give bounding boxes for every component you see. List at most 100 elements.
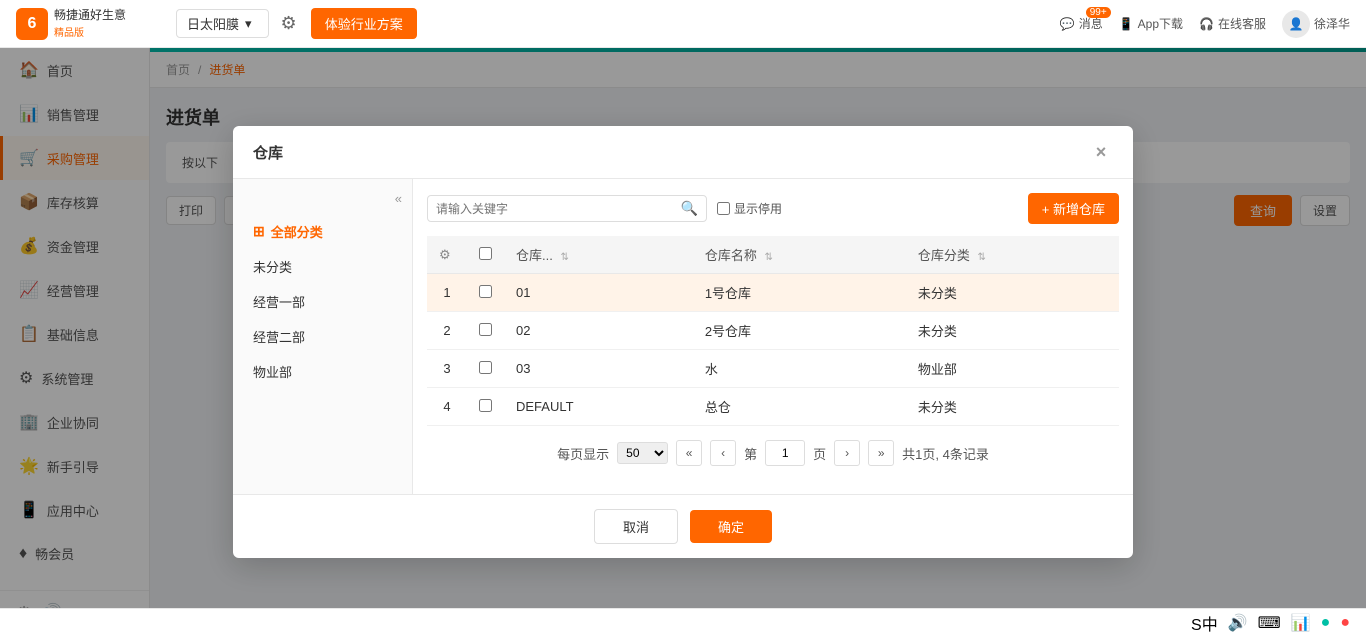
page-suffix: 页 <box>813 444 826 463</box>
logo-sub: 精品版 <box>54 24 126 39</box>
warehouse-modal: 仓库 × « ⊞全部分类未分类经营一部经营二部物业部 🔍 <box>233 126 1133 558</box>
user-item[interactable]: 👤 徐泽华 <box>1282 10 1350 38</box>
category-item-ops1[interactable]: 经营一部 <box>233 284 412 319</box>
messages-badge: 99+ <box>1086 7 1111 18</box>
page-number-input[interactable] <box>765 440 805 466</box>
row-name: 1号仓库 <box>693 274 906 312</box>
last-page-btn[interactable]: » <box>868 440 894 466</box>
status-sound-icon[interactable]: 🔊 <box>1228 613 1248 633</box>
row-name: 水 <box>693 350 906 388</box>
row-checkbox[interactable] <box>479 399 492 412</box>
category-item-property[interactable]: 物业部 <box>233 354 412 389</box>
row-check[interactable] <box>467 388 504 426</box>
modal-category-sidebar: « ⊞全部分类未分类经营一部经营二部物业部 <box>233 179 413 494</box>
avatar: 👤 <box>1282 10 1310 38</box>
status-circle1-icon[interactable]: ● <box>1321 614 1331 632</box>
total-records: 共1页, 4条记录 <box>902 444 989 463</box>
row-num: 4 <box>427 388 467 426</box>
modal-toolbar: 🔍 显示停用 + 新增仓库 <box>427 193 1119 224</box>
warehouse-table: ⚙ 仓库... ⇅ 仓库名称 <box>427 236 1119 426</box>
table-container: ⚙ 仓库... ⇅ 仓库名称 <box>427 236 1119 426</box>
row-check[interactable] <box>467 274 504 312</box>
row-check[interactable] <box>467 312 504 350</box>
status-bar: S中 🔊 ⌨ 📊 ● ● <box>0 608 1366 636</box>
cat-label-all: 全部分类 <box>271 222 323 241</box>
cat-label-uncat: 未分类 <box>253 257 292 276</box>
warehouse-table-body: 1 01 1号仓库 未分类 2 02 2号仓库 未分类 3 03 水 物业部 4… <box>427 274 1119 426</box>
store-selector[interactable]: 日太阳膜 ▾ <box>176 9 269 38</box>
select-all-check[interactable] <box>479 247 492 260</box>
store-dropdown-icon: ▾ <box>245 16 252 32</box>
message-icon: 💬 <box>1060 17 1075 31</box>
messages-item[interactable]: 💬 消息 99+ <box>1060 15 1103 32</box>
modal-close-btn[interactable]: × <box>1089 140 1113 164</box>
modal-body: « ⊞全部分类未分类经营一部经营二部物业部 🔍 显示停用 + 新增仓库 <box>233 179 1133 494</box>
per-page-select[interactable]: 501020100 <box>617 442 668 464</box>
per-page-label: 每页显示 <box>557 444 609 463</box>
online-service-item[interactable]: 🎧 在线客服 <box>1199 15 1266 32</box>
modal-header: 仓库 × <box>233 126 1133 179</box>
cat-label-property: 物业部 <box>253 362 292 381</box>
collapse-btn[interactable]: « <box>233 191 412 214</box>
category-item-uncat[interactable]: 未分类 <box>233 249 412 284</box>
status-keyboard-icon[interactable]: ⌨ <box>1258 613 1281 633</box>
app-download-label: App下载 <box>1138 15 1183 32</box>
cancel-btn[interactable]: 取消 <box>594 509 678 544</box>
col-check <box>467 236 504 274</box>
status-chart-icon[interactable]: 📊 <box>1291 613 1311 633</box>
status-circle2-icon[interactable]: ● <box>1340 614 1350 632</box>
row-checkbox[interactable] <box>479 285 492 298</box>
search-icon[interactable]: 🔍 <box>681 200 698 217</box>
logo-icon: 6 <box>16 8 48 40</box>
col-settings: ⚙ <box>427 236 467 274</box>
next-page-btn[interactable]: › <box>834 440 860 466</box>
row-code: DEFAULT <box>504 388 693 426</box>
header-right: 💬 消息 99+ 📱 App下载 🎧 在线客服 👤 徐泽华 <box>1060 10 1350 38</box>
disabled-check[interactable] <box>717 202 730 215</box>
table-row[interactable]: 2 02 2号仓库 未分类 <box>427 312 1119 350</box>
category-item-all[interactable]: ⊞全部分类 <box>233 214 412 249</box>
row-checkbox[interactable] <box>479 323 492 336</box>
row-category: 未分类 <box>906 388 1119 426</box>
app-download-item[interactable]: 📱 App下载 <box>1119 15 1183 32</box>
category-sort-icon[interactable]: ⇅ <box>978 252 986 263</box>
table-row[interactable]: 3 03 水 物业部 <box>427 350 1119 388</box>
user-name: 徐泽华 <box>1314 15 1350 32</box>
table-row[interactable]: 4 DEFAULT 总仓 未分类 <box>427 388 1119 426</box>
row-code: 02 <box>504 312 693 350</box>
row-category: 未分类 <box>906 312 1119 350</box>
first-page-btn[interactable]: « <box>676 440 702 466</box>
row-checkbox[interactable] <box>479 361 492 374</box>
col-code: 仓库... ⇅ <box>504 236 693 274</box>
search-input[interactable] <box>436 202 681 216</box>
row-num: 1 <box>427 274 467 312</box>
trial-btn[interactable]: 体验行业方案 <box>311 8 417 39</box>
row-code: 01 <box>504 274 693 312</box>
settings-icon[interactable]: ⚙ <box>281 13 297 34</box>
name-sort-icon[interactable]: ⇅ <box>764 252 772 263</box>
col-name: 仓库名称 ⇅ <box>693 236 906 274</box>
table-gear-icon[interactable]: ⚙ <box>439 247 451 262</box>
status-s-icon[interactable]: S中 <box>1191 611 1218 635</box>
top-header: 6 畅捷通好生意 精品版 日太阳膜 ▾ ⚙ 体验行业方案 💬 消息 99+ 📱 … <box>0 0 1366 48</box>
store-name: 日太阳膜 <box>187 14 239 33</box>
headset-icon: 🎧 <box>1199 17 1214 31</box>
cat-label-ops2: 经营二部 <box>253 327 305 346</box>
row-check[interactable] <box>467 350 504 388</box>
confirm-btn[interactable]: 确定 <box>690 510 772 543</box>
modal-table-area: 🔍 显示停用 + 新增仓库 ⚙ <box>413 179 1133 494</box>
online-service-label: 在线客服 <box>1218 15 1266 32</box>
table-row[interactable]: 1 01 1号仓库 未分类 <box>427 274 1119 312</box>
category-item-ops2[interactable]: 经营二部 <box>233 319 412 354</box>
new-warehouse-btn[interactable]: + 新增仓库 <box>1028 193 1119 224</box>
category-list: ⊞全部分类未分类经营一部经营二部物业部 <box>233 214 412 389</box>
table-header: ⚙ 仓库... ⇅ 仓库名称 <box>427 236 1119 274</box>
show-disabled-checkbox[interactable]: 显示停用 <box>717 200 782 217</box>
modal-overlay: 仓库 × « ⊞全部分类未分类经营一部经营二部物业部 🔍 <box>0 48 1366 636</box>
code-sort-icon[interactable]: ⇅ <box>560 252 568 263</box>
row-name: 2号仓库 <box>693 312 906 350</box>
prev-page-btn[interactable]: ‹ <box>710 440 736 466</box>
page-label: 第 <box>744 444 757 463</box>
logo-area: 6 畅捷通好生意 精品版 <box>16 8 166 40</box>
modal-title: 仓库 <box>253 142 283 163</box>
